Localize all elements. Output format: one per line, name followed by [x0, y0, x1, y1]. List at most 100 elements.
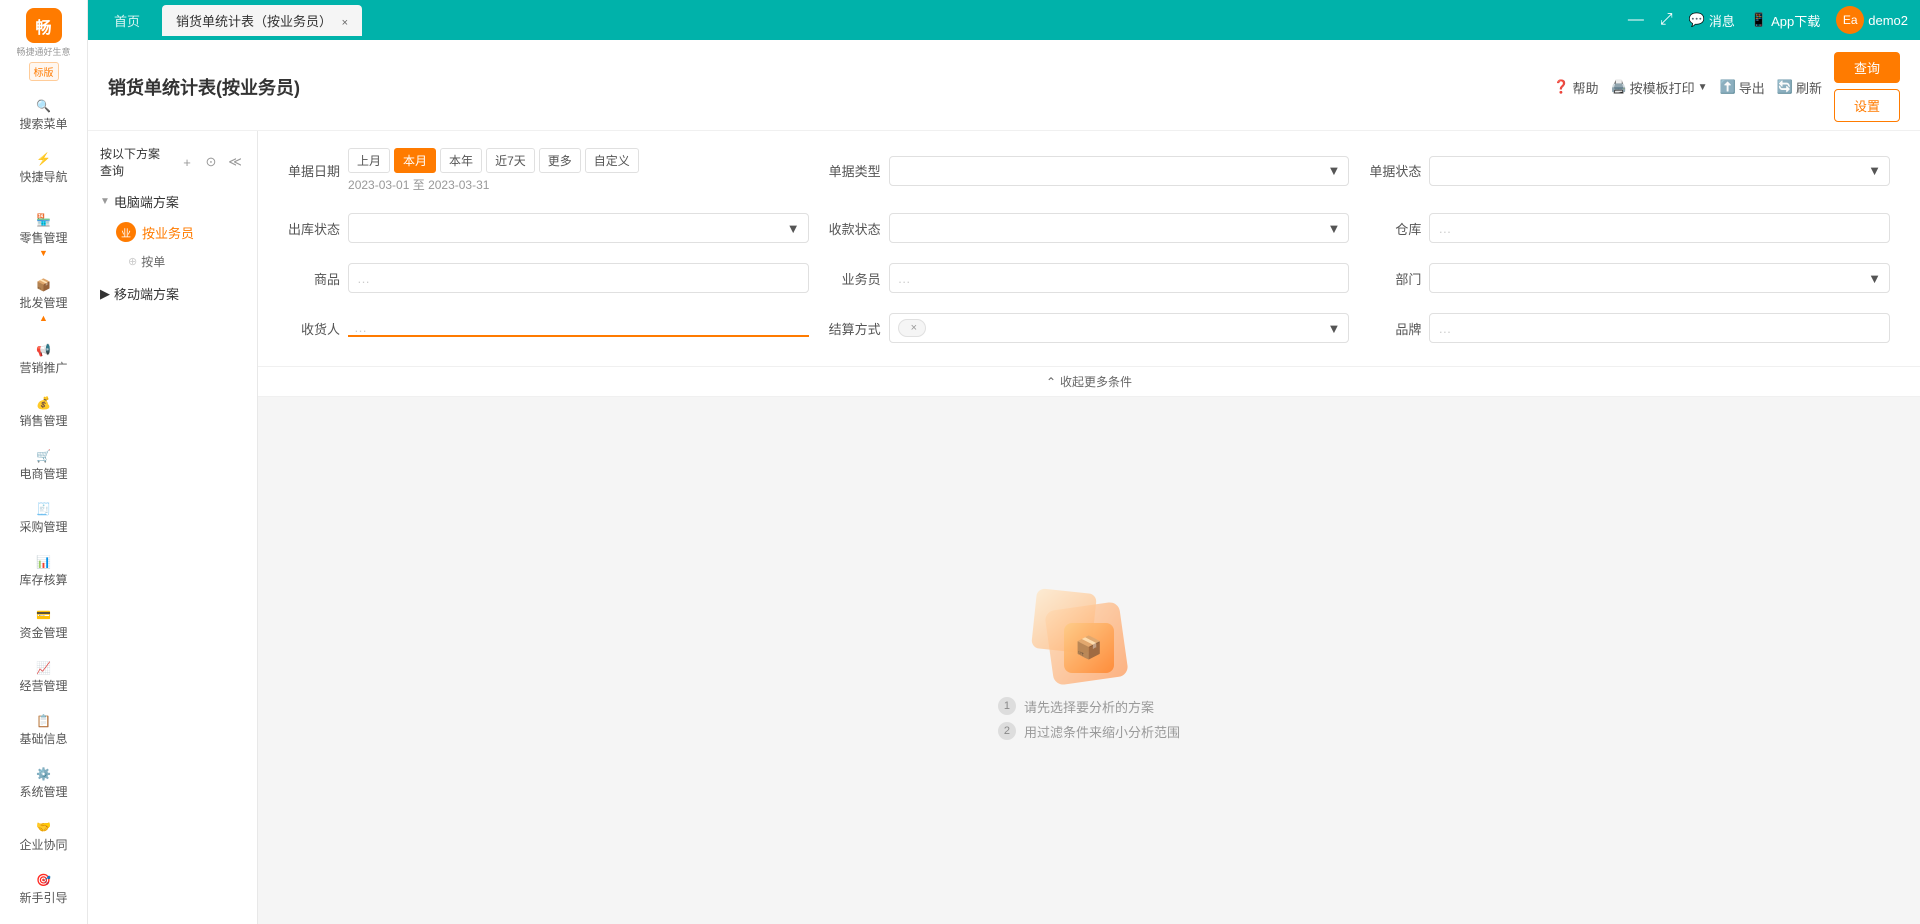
date-btn-thismonth[interactable]: 本月	[394, 148, 436, 173]
window-minimize-icon[interactable]: —	[1628, 11, 1644, 29]
filter-cell-payment: 结算方式 × ▼	[819, 308, 1360, 348]
filter-cell-warehouse: 仓库 …	[1359, 208, 1900, 248]
department-select[interactable]: ▼	[1429, 263, 1890, 293]
salesperson-select[interactable]: …	[889, 263, 1350, 293]
doc-type-select[interactable]: ▼	[889, 156, 1350, 186]
sidebar-item-sales[interactable]: 💰 销售管理	[4, 388, 84, 437]
filter-cell-consignee: 收货人 …	[278, 308, 819, 348]
logo-icon: 畅	[26, 8, 62, 43]
filter-cell-date: 单据日期 上月 本月 本年 近7天 更多 自定义 20	[278, 143, 819, 198]
salesperson-badge: 业	[116, 222, 136, 242]
app-download-button[interactable]: 📱 App下载	[1751, 11, 1820, 30]
payment-select[interactable]: × ▼	[889, 313, 1350, 343]
lp-add-icon[interactable]: +	[177, 152, 197, 172]
messages-button[interactable]: 💬 消息	[1689, 11, 1735, 30]
filter-area: 单据日期 上月 本月 本年 近7天 更多 自定义 20	[258, 131, 1920, 367]
date-btn-custom[interactable]: 自定义	[585, 148, 639, 173]
sidebar-item-inventory[interactable]: 📊 库存核算	[4, 547, 84, 596]
retail-expand-icon: ▼	[39, 248, 48, 258]
byorder-icon: ⊕	[128, 255, 137, 268]
date-btn-more[interactable]: 更多	[539, 148, 581, 173]
sidebar-item-retail[interactable]: 🏪 零售管理 ▼	[4, 205, 84, 266]
left-panel: 按以下方案查询 + ⊙ ≪ ▼ 电脑端方案 业 按业务员	[88, 131, 258, 924]
date-btn-7days[interactable]: 近7天	[486, 148, 535, 173]
lp-collapse-icon[interactable]: ≪	[225, 152, 245, 172]
enterprise-icon: 🤝	[36, 820, 51, 834]
filter-cell-salesperson: 业务员 …	[819, 258, 1360, 298]
sidebar-item-basic[interactable]: 📋 基础信息	[4, 706, 84, 755]
lp-header: 按以下方案查询 + ⊙ ≪	[88, 139, 257, 185]
sidebar-item-operation[interactable]: 📈 经营管理	[4, 653, 84, 702]
brand-select[interactable]: …	[1429, 313, 1890, 343]
content: 销货单统计表(按业务员) ❓ 帮助 🖨️ 按模板打印 ▼ ⬆️ 导出	[88, 40, 1920, 924]
topbar-right: — ⤢ 💬 消息 📱 App下载 Ea demo2	[1628, 6, 1908, 34]
header-actions: ❓ 帮助 🖨️ 按模板打印 ▼ ⬆️ 导出 🔄 刷新	[1553, 78, 1822, 97]
content-header: 销货单统计表(按业务员) ❓ 帮助 🖨️ 按模板打印 ▼ ⬆️ 导出	[88, 40, 1920, 131]
sidebar-item-purchase[interactable]: 🧾 采购管理	[4, 494, 84, 543]
marketing-icon: 📢	[36, 343, 51, 357]
template-print-button[interactable]: 🖨️ 按模板打印 ▼	[1610, 78, 1707, 97]
lp-section-pc-header[interactable]: ▼ 电脑端方案	[88, 187, 257, 216]
lp-item-salesperson[interactable]: 业 按业务员	[88, 216, 257, 248]
setting-button[interactable]: 设置	[1834, 89, 1900, 122]
query-button[interactable]: 查询	[1834, 52, 1900, 83]
payment-tag-close[interactable]: ×	[911, 322, 917, 334]
doc-status-select[interactable]: ▼	[1429, 156, 1890, 186]
logo-text: 畅捷通好生意	[16, 45, 70, 58]
window-maximize-icon[interactable]: ⤢	[1660, 11, 1673, 29]
doc-type-chevron-icon: ▼	[1327, 163, 1340, 178]
sidebar-item-system[interactable]: ⚙️ 系统管理	[4, 759, 84, 808]
help-icon: ❓	[1553, 79, 1569, 95]
finance-icon: 💳	[36, 608, 51, 622]
sales-icon: 💰	[36, 396, 51, 410]
lp-refresh-icon[interactable]: ⊙	[201, 152, 221, 172]
sidebar-item-wholesale[interactable]: 📦 批发管理 ▲	[4, 270, 84, 331]
collapse-bar[interactable]: ⌃ 收起更多条件	[258, 367, 1920, 397]
lp-section-mobile: ▶ 移动端方案	[88, 277, 257, 310]
sidebar-item-finance[interactable]: 💳 资金管理	[4, 600, 84, 649]
download-icon: 📱	[1751, 12, 1767, 28]
refresh-button[interactable]: 🔄 刷新	[1777, 78, 1822, 97]
tab-close-icon[interactable]: ×	[342, 17, 348, 29]
active-tab[interactable]: 销货单统计表（按业务员） ×	[162, 5, 362, 36]
home-tab[interactable]: 首页	[100, 5, 154, 36]
operation-icon: 📈	[36, 661, 51, 675]
quicknav-icon: ⚡	[36, 152, 51, 166]
guide-icon: 🎯	[36, 873, 51, 887]
wholesale-expand-icon: ▲	[39, 313, 48, 323]
sidebar-item-quicknav[interactable]: ⚡ 快捷导航	[4, 144, 84, 193]
empty-illustration: 📦	[1029, 581, 1149, 681]
wholesale-icon: 📦	[36, 278, 51, 292]
lp-item-byorder[interactable]: ⊕ 按单	[88, 248, 257, 275]
receipt-status-chevron-icon: ▼	[1327, 221, 1340, 236]
filter-cell-outstatus: 出库状态 ▼	[278, 208, 819, 248]
help-button[interactable]: ❓ 帮助	[1553, 78, 1598, 97]
sidebar-item-guide[interactable]: 🎯 新手引导	[4, 865, 84, 914]
pc-arrow-icon: ▼	[100, 196, 110, 207]
version-tag: 标版	[29, 62, 59, 81]
sidebar-item-ecommerce[interactable]: 🛒 电商管理	[4, 441, 84, 490]
print-icon: 🖨️	[1610, 79, 1626, 95]
user-profile[interactable]: Ea demo2	[1836, 6, 1908, 34]
filter-cell-brand: 品牌 …	[1359, 308, 1900, 348]
sidebar-item-appstore[interactable]: 🔲 应用中心	[4, 918, 84, 924]
receipt-status-select[interactable]: ▼	[889, 213, 1350, 243]
export-button[interactable]: ⬆️ 导出	[1720, 78, 1765, 97]
out-status-select[interactable]: ▼	[348, 213, 809, 243]
sidebar-item-enterprise[interactable]: 🤝 企业协同	[4, 812, 84, 861]
sidebar-item-search[interactable]: 🔍 搜索菜单	[4, 91, 84, 140]
collapse-icon: ⌃	[1046, 375, 1056, 389]
date-btn-lastmonth[interactable]: 上月	[348, 148, 390, 173]
filter-cell-goods: 商品 …	[278, 258, 819, 298]
lp-section-mobile-header[interactable]: ▶ 移动端方案	[88, 279, 257, 308]
payment-tag: ×	[898, 319, 926, 337]
goods-select[interactable]: …	[348, 263, 809, 293]
filter-cell-department: 部门 ▼	[1359, 258, 1900, 298]
sidebar-item-marketing[interactable]: 📢 营销推广	[4, 335, 84, 384]
consignee-input[interactable]: …	[348, 320, 809, 337]
filter-row-3: 商品 … 业务员 … 部门	[278, 258, 1900, 298]
warehouse-select[interactable]: …	[1429, 213, 1890, 243]
right-panel: 单据日期 上月 本月 本年 近7天 更多 自定义 20	[258, 131, 1920, 924]
purchase-icon: 🧾	[36, 502, 51, 516]
date-btn-thisyear[interactable]: 本年	[440, 148, 482, 173]
